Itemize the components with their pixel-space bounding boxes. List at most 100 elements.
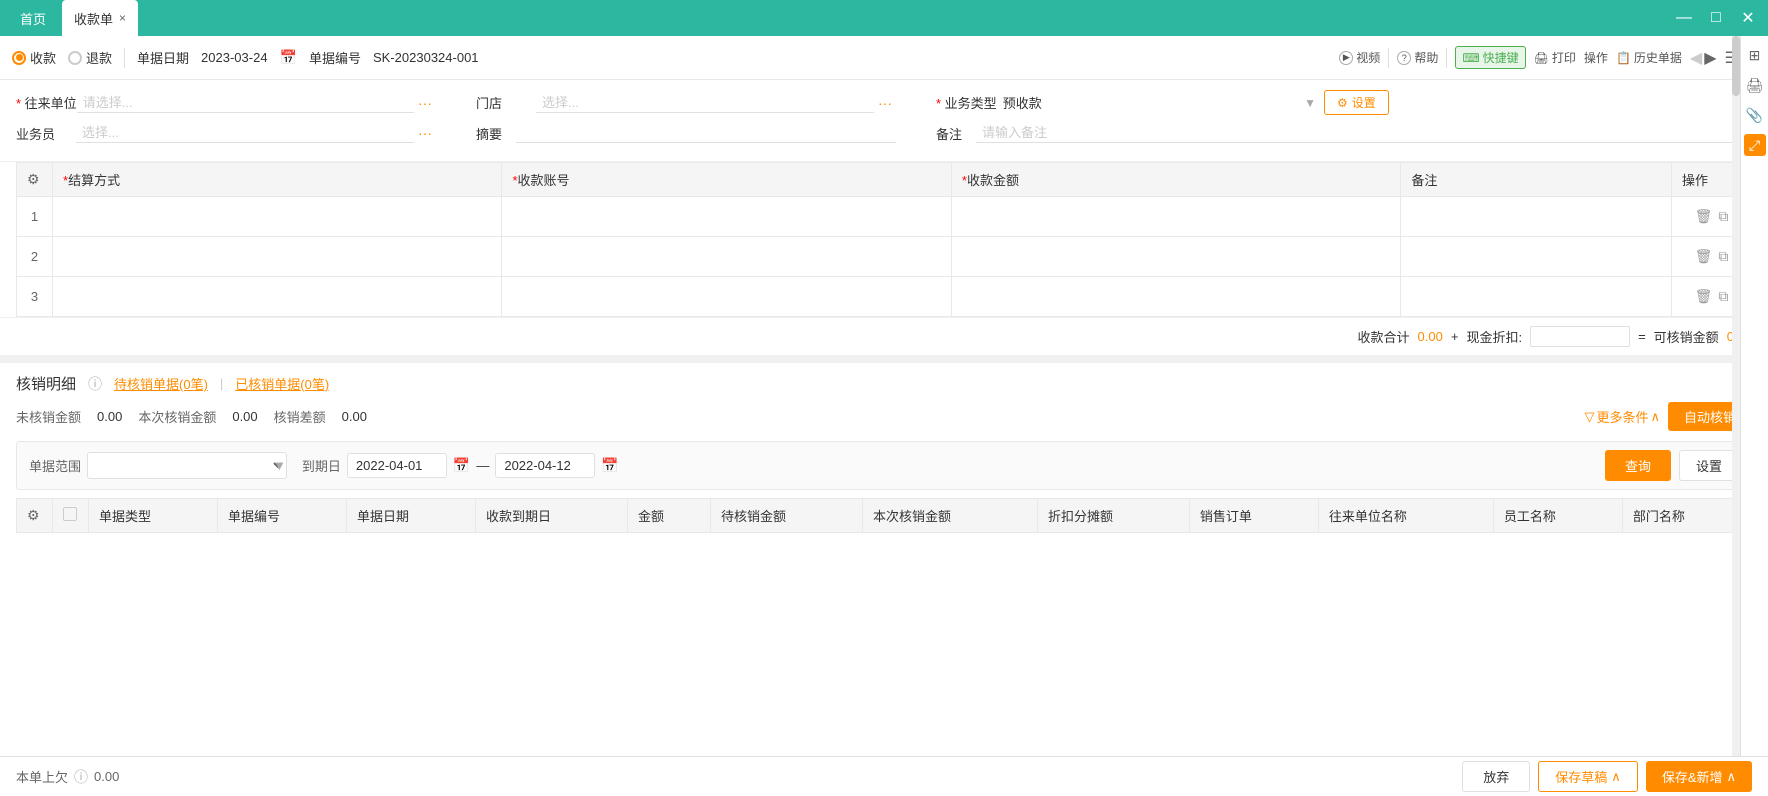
delete-row-2-button[interactable]: 🗑: [1695, 248, 1713, 265]
business-type-chevron[interactable]: ▼: [1304, 96, 1316, 110]
refund-radio[interactable]: 退款: [68, 48, 112, 67]
save-new-button[interactable]: 保存&新增 ∧: [1646, 761, 1752, 792]
table-settings-icon[interactable]: ⚙: [27, 171, 40, 187]
verify-pending-col: 待核销金额: [711, 499, 863, 533]
save-draft-button[interactable]: 保存草稿 ∧: [1538, 761, 1638, 792]
filter-actions: 查询 设置: [1605, 450, 1739, 481]
amount-3[interactable]: [951, 277, 1400, 317]
payment-method-2[interactable]: [53, 237, 502, 277]
remark-3[interactable]: [1401, 277, 1672, 317]
video-button[interactable]: ▶ 视频: [1339, 49, 1380, 66]
equals-sign: =: [1638, 329, 1646, 344]
shop-field: 门店 ···: [476, 93, 896, 113]
date-start-input[interactable]: [347, 453, 447, 478]
discount-input[interactable]: [1530, 326, 1630, 347]
tab-receipt[interactable]: 收款单 ×: [62, 0, 138, 36]
verify-stats: 未核销金额 0.00 本次核销金额 0.00 核销差额 0.00 ▽ 更多条件 …: [16, 402, 1752, 431]
form-settings-button[interactable]: ⚙ 设置: [1324, 90, 1389, 115]
copy-row-3-button[interactable]: ⧉: [1718, 288, 1728, 305]
refund-radio-label: 退款: [86, 48, 112, 67]
copy-row-1-button[interactable]: ⧉: [1718, 208, 1728, 225]
scrollbar-thumb[interactable]: [1732, 36, 1740, 96]
sidebar-table-icon[interactable]: ⊞: [1744, 44, 1766, 66]
help-icon: ?: [1397, 51, 1411, 65]
shop-more-button[interactable]: ···: [874, 95, 896, 111]
copy-row-2-button[interactable]: ⧉: [1718, 248, 1728, 265]
business-type-field: 业务类型 预收款 ▼: [936, 91, 1316, 114]
filter-row: 单据范围 ▼ 到期日 📅 — 📅 查询 设置: [16, 441, 1752, 490]
amount-2[interactable]: [951, 237, 1400, 277]
history-button[interactable]: 📋 历史单据: [1616, 49, 1682, 66]
info-icon[interactable]: ⓘ: [74, 767, 88, 787]
tab-close-icon[interactable]: ×: [119, 11, 126, 25]
verify-section: 核销明细 ⓘ 待核销单据(0笔) | 已核销单据(0笔) 未核销金额 0.00 …: [0, 363, 1768, 543]
verify-settings-col: ⚙: [17, 499, 53, 533]
select-all-checkbox[interactable]: [63, 507, 77, 521]
sidebar-attachment-icon[interactable]: 📎: [1744, 104, 1766, 126]
next-button[interactable]: ▶: [1704, 48, 1716, 68]
summary-field: 摘要: [476, 123, 896, 143]
shop-label: 门店: [476, 93, 536, 112]
sidebar-print-icon[interactable]: 🖨: [1744, 74, 1766, 96]
account-1[interactable]: [502, 197, 951, 237]
verify-counterpart-col: 往来单位名称: [1318, 499, 1493, 533]
close-button[interactable]: ✕: [1736, 6, 1760, 30]
shop-input[interactable]: [536, 93, 874, 113]
current-verify-label: 本次核销金额: [138, 407, 216, 426]
verify-table-settings-icon[interactable]: ⚙: [27, 507, 40, 523]
shortcut-button[interactable]: ⌨ 快捷键: [1455, 46, 1525, 69]
circle-icon: ▶: [1339, 51, 1353, 65]
summary-input[interactable]: [516, 123, 896, 143]
total-value: 0.00: [1418, 329, 1443, 344]
row-num-3: 3: [17, 277, 53, 317]
discard-button[interactable]: 放弃: [1462, 761, 1530, 792]
tab-home[interactable]: 首页: [8, 0, 58, 36]
payment-method-3[interactable]: [53, 277, 502, 317]
scrollbar[interactable]: [1732, 36, 1740, 756]
verify-header-row: ⚙ 单据类型 单据编号 单据日期 收款到期日 金额 待核销金额 本次核销金额 折…: [17, 499, 1752, 533]
due-date-filter-field: 到期日 📅 — 📅: [302, 453, 619, 478]
account-2[interactable]: [502, 237, 951, 277]
delete-row-1-button[interactable]: 🗑: [1695, 208, 1713, 225]
remark-field: 备注: [936, 123, 1752, 143]
verify-header: 核销明细 ⓘ 待核销单据(0笔) | 已核销单据(0笔): [16, 373, 1752, 394]
payment-method-1[interactable]: [53, 197, 502, 237]
receipt-radio[interactable]: 收款: [12, 48, 56, 67]
delete-row-3-button[interactable]: 🗑: [1695, 288, 1713, 305]
account-3[interactable]: [502, 277, 951, 317]
verify-info-icon[interactable]: ⓘ: [88, 374, 102, 394]
calendar-icon[interactable]: 📅: [280, 49, 297, 66]
verify-settings-button[interactable]: 设置: [1679, 450, 1739, 481]
prev-button[interactable]: ◀: [1690, 48, 1702, 68]
counterpart-more-button[interactable]: ···: [414, 95, 436, 111]
remark-1[interactable]: [1401, 197, 1672, 237]
operation-button[interactable]: 操作: [1584, 49, 1608, 66]
amount-1[interactable]: [951, 197, 1400, 237]
date-range: 📅 — 📅: [347, 453, 619, 478]
maximize-button[interactable]: □: [1704, 6, 1728, 30]
query-button[interactable]: 查询: [1605, 450, 1671, 481]
range-filter-select[interactable]: [87, 452, 287, 479]
minimize-button[interactable]: —: [1672, 6, 1696, 30]
counterpart-input[interactable]: [77, 93, 414, 113]
table-row: 3 🗑 ⧉: [17, 277, 1752, 317]
calendar-end-icon[interactable]: 📅: [601, 457, 618, 474]
help-button[interactable]: ? 帮助: [1397, 49, 1438, 66]
done-tab[interactable]: 已核销单据(0笔): [235, 374, 329, 393]
payment-method-header: *结算方式: [53, 163, 502, 197]
calendar-start-icon[interactable]: 📅: [453, 457, 470, 474]
nav-arrows: ◀ ▶: [1690, 48, 1717, 68]
more-conditions-button[interactable]: ▽ 更多条件 ∧: [1584, 407, 1660, 426]
table-row: 1 🗑 ⧉: [17, 197, 1752, 237]
tab-bar: 首页 收款单 × — □ ✕: [0, 0, 1768, 36]
date-end-input[interactable]: [495, 453, 595, 478]
sidebar-expand-icon[interactable]: ⤢: [1744, 134, 1766, 156]
salesman-more-button[interactable]: ···: [414, 125, 436, 141]
salesman-input[interactable]: [76, 123, 414, 143]
remark-2[interactable]: [1401, 237, 1672, 277]
number-label: 单据编号: [309, 48, 361, 67]
print-button[interactable]: 🖨 打印: [1534, 49, 1576, 66]
verify-number-col: 单据编号: [218, 499, 347, 533]
remark-input[interactable]: [976, 123, 1752, 143]
pending-tab[interactable]: 待核销单据(0笔): [114, 374, 208, 393]
